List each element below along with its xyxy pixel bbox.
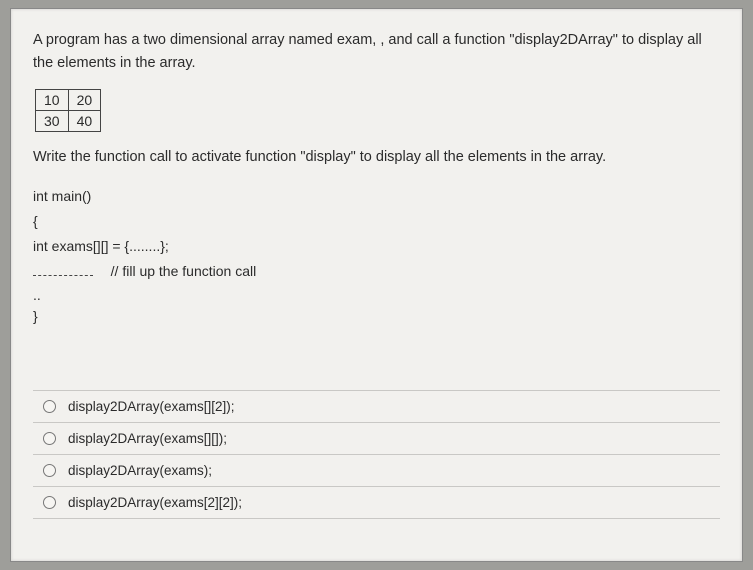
table-cell: 40 bbox=[68, 111, 101, 132]
options-group: display2DArray(exams[][2]); display2DArr… bbox=[33, 390, 720, 519]
code-line: } bbox=[33, 304, 720, 329]
table-cell: 10 bbox=[36, 90, 69, 111]
radio-icon[interactable] bbox=[43, 496, 56, 509]
question-instruction: Write the function call to activate func… bbox=[33, 146, 720, 169]
radio-icon[interactable] bbox=[43, 464, 56, 477]
code-comment: // fill up the function call bbox=[111, 263, 257, 279]
radio-icon[interactable] bbox=[43, 400, 56, 413]
option-label: display2DArray(exams[][2]); bbox=[68, 399, 235, 414]
code-line: int main() bbox=[33, 184, 720, 209]
radio-icon[interactable] bbox=[43, 432, 56, 445]
table-row: 30 40 bbox=[36, 111, 101, 132]
code-line: // fill up the function call bbox=[33, 259, 720, 284]
code-ellipsis: .. bbox=[33, 288, 720, 302]
option-row[interactable]: display2DArray(exams[][2]); bbox=[33, 390, 720, 422]
table-row: 10 20 bbox=[36, 90, 101, 111]
option-label: display2DArray(exams); bbox=[68, 463, 212, 478]
option-label: display2DArray(exams[][]); bbox=[68, 431, 227, 446]
table-cell: 30 bbox=[36, 111, 69, 132]
option-label: display2DArray(exams[2][2]); bbox=[68, 495, 242, 510]
option-row[interactable]: display2DArray(exams[2][2]); bbox=[33, 486, 720, 519]
option-row[interactable]: display2DArray(exams[][]); bbox=[33, 422, 720, 454]
code-line: { bbox=[33, 209, 720, 234]
code-line: int exams[][] = {........}; bbox=[33, 234, 720, 259]
code-block: int main() { int exams[][] = {........};… bbox=[33, 184, 720, 330]
table-cell: 20 bbox=[68, 90, 101, 111]
fill-blank[interactable] bbox=[33, 262, 93, 276]
array-table: 10 20 30 40 bbox=[35, 89, 101, 132]
question-intro: A program has a two dimensional array na… bbox=[33, 29, 720, 75]
question-card: A program has a two dimensional array na… bbox=[10, 8, 743, 562]
option-row[interactable]: display2DArray(exams); bbox=[33, 454, 720, 486]
